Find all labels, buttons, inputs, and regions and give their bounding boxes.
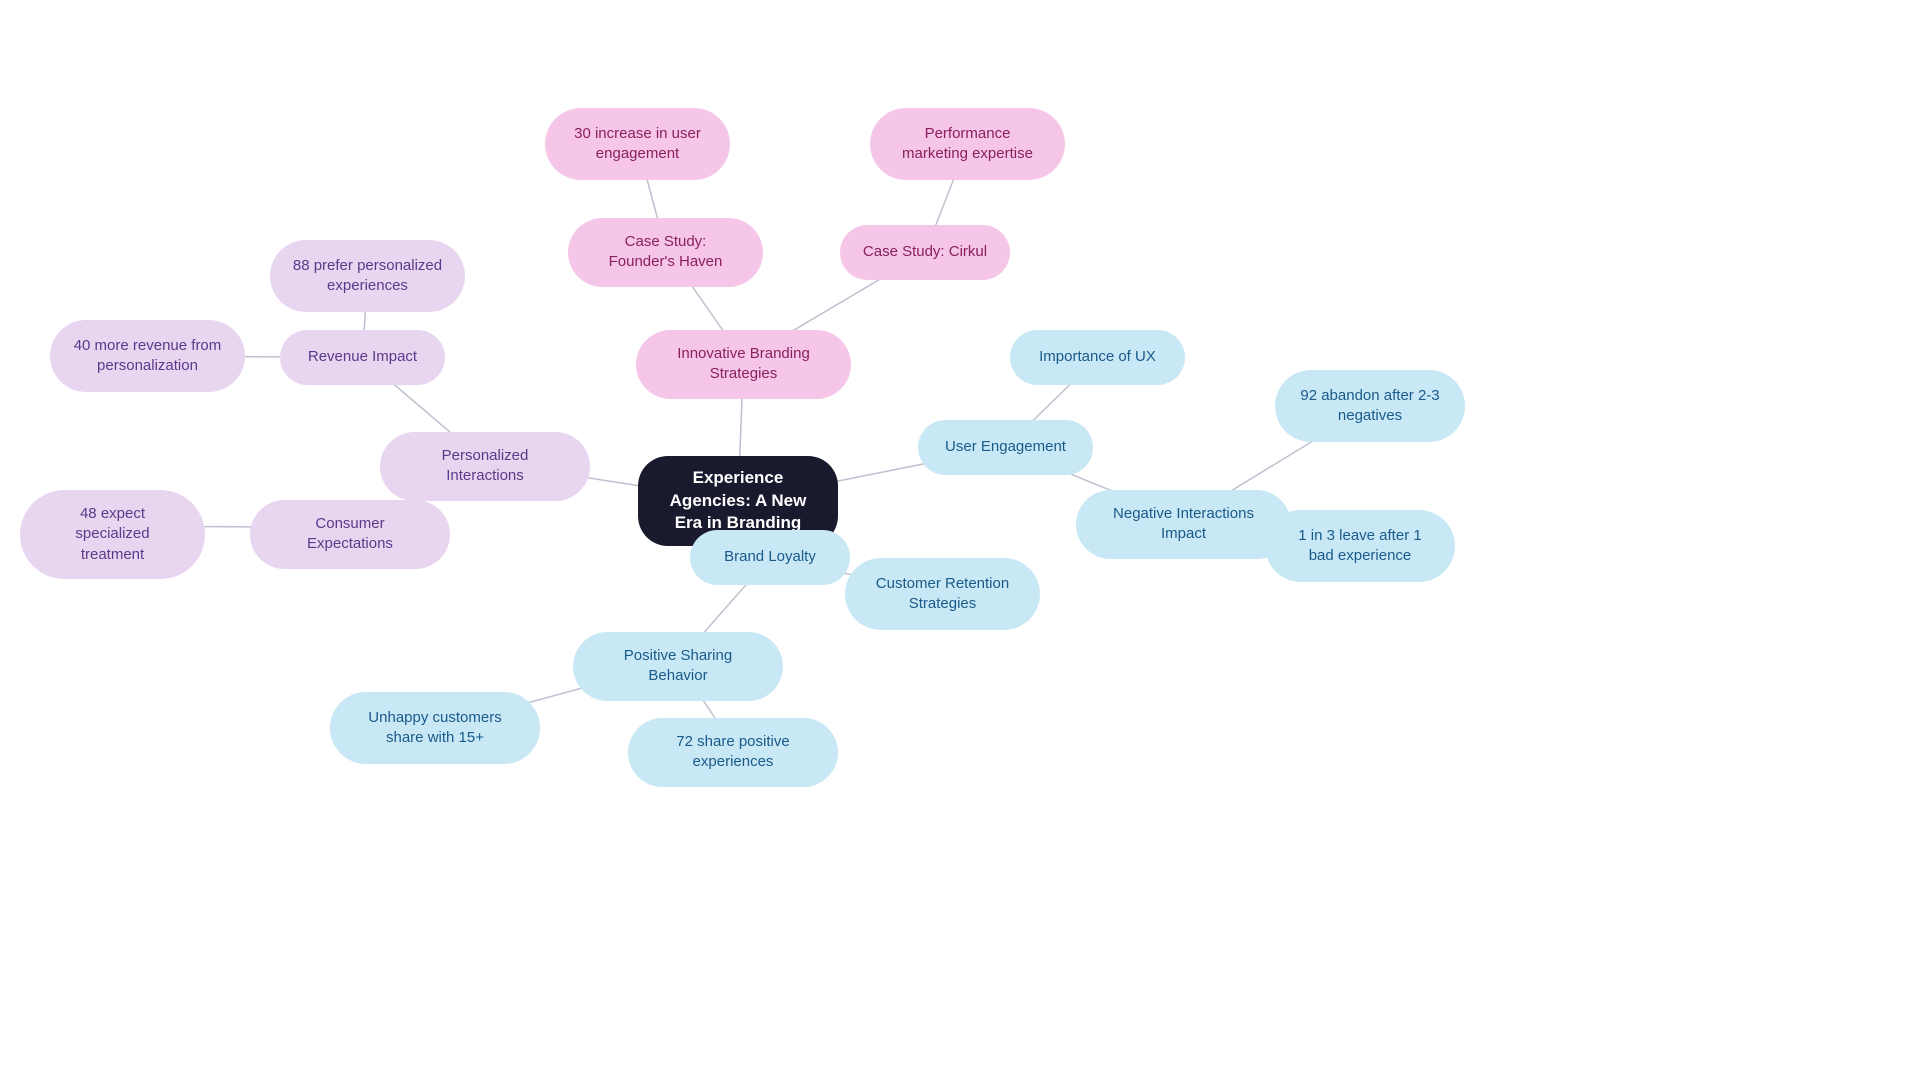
node-label-share_positive: 72 share positive experiences	[650, 732, 816, 773]
node-unhappy_customers[interactable]: Unhappy customers share with 15+	[330, 692, 540, 764]
node-label-revenue_impact: Revenue Impact	[308, 347, 417, 367]
node-label-prefer_personalized: 88 prefer personalized experiences	[292, 256, 443, 297]
node-label-center: Experience Agencies: A New Era in Brandi…	[660, 467, 816, 536]
node-negative_interactions[interactable]: Negative Interactions Impact	[1076, 490, 1291, 559]
node-increase_engagement[interactable]: 30 increase in user engagement	[545, 108, 730, 180]
node-label-revenue_from_personalization: 40 more revenue from personalization	[72, 336, 223, 377]
node-label-customer_retention: Customer Retention Strategies	[867, 574, 1018, 615]
node-positive_sharing[interactable]: Positive Sharing Behavior	[573, 632, 783, 701]
node-label-brand_loyalty: Brand Loyalty	[724, 547, 816, 567]
node-label-case_study_cirkul: Case Study: Cirkul	[863, 242, 987, 262]
node-label-performance_marketing: Performance marketing expertise	[892, 124, 1043, 165]
node-label-abandon_negatives: 92 abandon after 2-3 negatives	[1297, 386, 1443, 427]
node-revenue_from_personalization[interactable]: 40 more revenue from personalization	[50, 320, 245, 392]
node-expect_specialized[interactable]: 48 expect specialized treatment	[20, 490, 205, 579]
node-case_study_founders[interactable]: Case Study: Founder's Haven	[568, 218, 763, 287]
node-abandon_negatives[interactable]: 92 abandon after 2-3 negatives	[1275, 370, 1465, 442]
node-personalized_interactions[interactable]: Personalized Interactions	[380, 432, 590, 501]
node-label-importance_ux: Importance of UX	[1039, 347, 1156, 367]
node-importance_ux[interactable]: Importance of UX	[1010, 330, 1185, 385]
node-label-expect_specialized: 48 expect specialized treatment	[42, 504, 183, 565]
node-label-consumer_expectations: Consumer Expectations	[272, 514, 428, 555]
node-label-case_study_founders: Case Study: Founder's Haven	[590, 232, 741, 273]
node-performance_marketing[interactable]: Performance marketing expertise	[870, 108, 1065, 180]
node-customer_retention[interactable]: Customer Retention Strategies	[845, 558, 1040, 630]
node-case_study_cirkul[interactable]: Case Study: Cirkul	[840, 225, 1010, 280]
node-innovative_branding[interactable]: Innovative Branding Strategies	[636, 330, 851, 399]
node-label-positive_sharing: Positive Sharing Behavior	[595, 646, 761, 687]
node-user_engagement[interactable]: User Engagement	[918, 420, 1093, 475]
node-label-increase_engagement: 30 increase in user engagement	[567, 124, 708, 165]
node-brand_loyalty[interactable]: Brand Loyalty	[690, 530, 850, 585]
node-consumer_expectations[interactable]: Consumer Expectations	[250, 500, 450, 569]
node-revenue_impact[interactable]: Revenue Impact	[280, 330, 445, 385]
node-label-user_engagement: User Engagement	[945, 437, 1066, 457]
node-label-negative_interactions: Negative Interactions Impact	[1098, 504, 1269, 545]
node-share_positive[interactable]: 72 share positive experiences	[628, 718, 838, 787]
node-prefer_personalized[interactable]: 88 prefer personalized experiences	[270, 240, 465, 312]
node-label-innovative_branding: Innovative Branding Strategies	[658, 344, 829, 385]
node-label-leave_bad_experience: 1 in 3 leave after 1 bad experience	[1287, 526, 1433, 567]
node-label-unhappy_customers: Unhappy customers share with 15+	[352, 708, 518, 749]
node-leave_bad_experience[interactable]: 1 in 3 leave after 1 bad experience	[1265, 510, 1455, 582]
node-label-personalized_interactions: Personalized Interactions	[402, 446, 568, 487]
